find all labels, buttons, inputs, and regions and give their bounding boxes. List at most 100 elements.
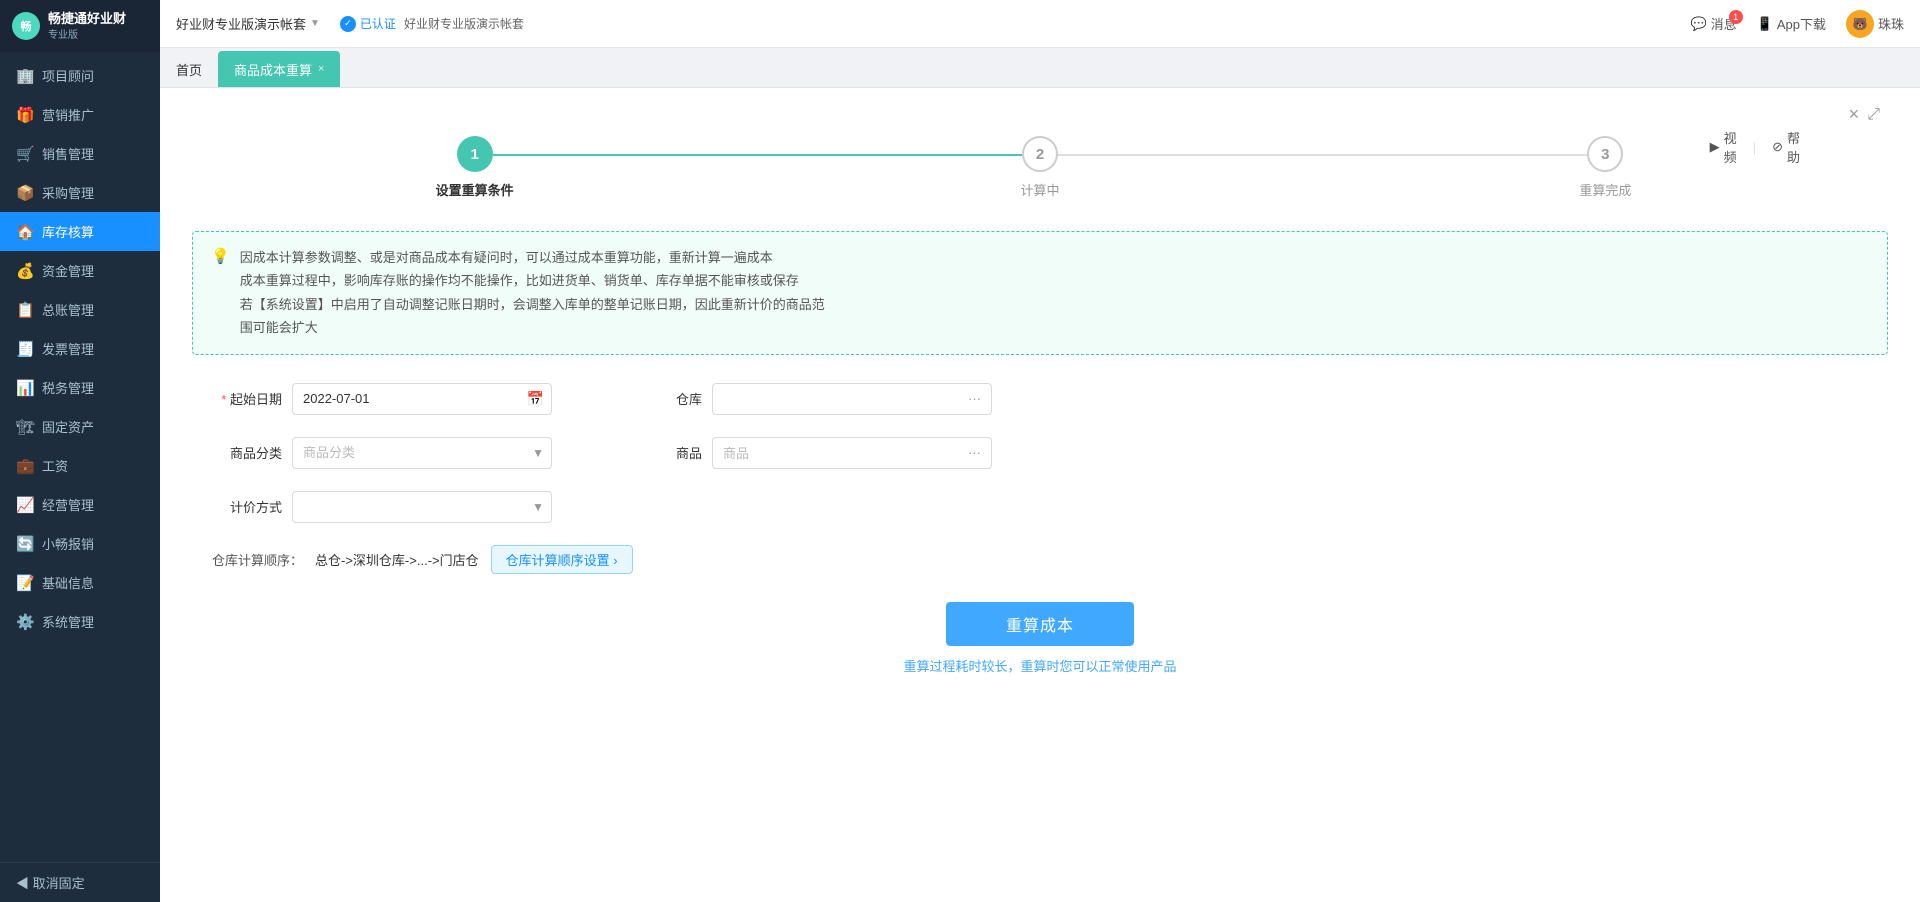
price-method-select[interactable]: [292, 491, 552, 523]
category-select[interactable]: 商品分类: [292, 437, 552, 469]
step3-circle: 3: [1587, 136, 1623, 172]
step2-line: [1058, 154, 1587, 156]
sidebar-item-inventory[interactable]: 🏠库存核算: [0, 212, 160, 251]
steps-container: 1 设置重算条件 2 计算中 3 重算完成: [192, 112, 1888, 231]
category-label: 商品分类: [212, 443, 292, 462]
system-icon: ⚙️: [16, 613, 34, 631]
form-row-1: 起始日期 📅 仓库 ···: [212, 383, 1868, 415]
step1-line: [493, 154, 1022, 156]
sidebar-item-operation[interactable]: 📈 经营管理: [0, 485, 160, 524]
message-icon: 💬: [1690, 16, 1706, 32]
step2-circle: 2: [1022, 136, 1058, 172]
tab-close-icon[interactable]: ×: [318, 63, 324, 75]
operation-icon: 📈: [16, 496, 34, 514]
step3-label: 重算完成: [1579, 180, 1631, 199]
tab-recalc[interactable]: 商品成本重算 ×: [218, 51, 340, 87]
shield-icon: ✓: [340, 16, 356, 32]
category-field: 商品分类 ▼: [292, 437, 552, 469]
purchase-icon: 📦: [16, 184, 34, 202]
form-section: 起始日期 📅 仓库 ··· 商品分类 商品分类: [192, 383, 1888, 574]
sidebar-item-label: 发票管理: [42, 339, 94, 358]
sidebar-unpin[interactable]: ◀ 取消固定: [0, 862, 160, 902]
sidebar-item-label: 工资: [42, 456, 68, 475]
sidebar-item-asset[interactable]: 🏗 固定资产: [0, 407, 160, 446]
sidebar-item-label: 税务管理: [42, 378, 94, 397]
sidebar-item-marketing[interactable]: 🎁营销推广: [0, 95, 160, 134]
sidebar-item-tax[interactable]: 📊 税务管理: [0, 368, 160, 407]
topbar: 好业财专业版演示帐套 ▼ ✓ 已认证 好业财专业版演示帐套 💬 消息 1 📱 A…: [160, 0, 1920, 48]
warehouse-dots: ···: [968, 391, 981, 406]
main-area: 好业财专业版演示帐套 ▼ ✓ 已认证 好业财专业版演示帐套 💬 消息 1 📱 A…: [160, 0, 1920, 902]
sidebar-item-general[interactable]: 📋 总账管理: [0, 290, 160, 329]
goods-label: 商品: [652, 443, 712, 462]
category-dropdown-icon: ▼: [532, 446, 544, 460]
goods-group: 商品 商品 ···: [652, 437, 992, 469]
user-avatar[interactable]: 🐻 珠珠: [1846, 10, 1904, 38]
warehouse-group: 仓库 ···: [652, 383, 992, 415]
info-icon: 💡: [211, 247, 230, 340]
sidebar-nav: 🏢项目顾问🎁营销推广🛒销售管理 📦 采购管理 🏠库存核算💰资金管理 📋 总账管理 🧾 发票管理…: [0, 52, 160, 862]
start-date-field: 📅: [292, 383, 552, 415]
sidebar-item-basic[interactable]: 📝 基础信息: [0, 563, 160, 602]
verified-badge: ✓ 已认证 好业财专业版演示帐套: [340, 15, 524, 32]
general-icon: 📋: [16, 301, 34, 319]
warehouse-select[interactable]: ···: [712, 383, 992, 415]
account-name: 好业财专业版演示帐套: [176, 14, 306, 33]
sidebar-item-label: 系统管理: [42, 612, 94, 631]
steps: 1 设置重算条件 2 计算中 3 重算完成: [192, 112, 1888, 231]
goods-placeholder: 商品: [723, 443, 968, 462]
start-date-input[interactable]: [292, 383, 552, 415]
sidebar-item-label: 小畅报销: [42, 534, 94, 553]
recalc-button[interactable]: 重算成本: [946, 602, 1134, 646]
sidebar-item-label: 经营管理: [42, 495, 94, 514]
asset-icon: 🏗: [16, 418, 34, 436]
sidebar-item-system[interactable]: ⚙️ 系统管理: [0, 602, 160, 641]
sidebar-item-label: 基础信息: [42, 573, 94, 592]
marketing-icon: 🎁: [16, 106, 34, 124]
step-3: 3 重算完成: [1323, 136, 1888, 199]
phone-icon: 📱: [1757, 16, 1773, 32]
tax-icon: 📊: [16, 379, 34, 397]
form-row-2: 商品分类 商品分类 ▼ 商品 商品 ···: [212, 437, 1868, 469]
app-download-button[interactable]: 📱 App下载: [1757, 14, 1826, 33]
step-1: 1 设置重算条件: [192, 136, 757, 199]
sidebar-item-label: 固定资产: [42, 417, 94, 436]
sidebar-item-purchase[interactable]: 📦 采购管理: [0, 173, 160, 212]
logo-icon: 畅: [12, 12, 40, 40]
step2-label: 计算中: [1020, 180, 1059, 199]
sidebar-item-sales[interactable]: 🛒销售管理: [0, 134, 160, 173]
avatar-icon: 🐻: [1846, 10, 1874, 38]
tab-bar: 首页 商品成本重算 ×: [160, 48, 1920, 88]
invoice-icon: 🧾: [16, 340, 34, 358]
sidebar-item-label: 资金管理: [42, 261, 94, 280]
step1-circle: 1: [457, 136, 493, 172]
price-method-field: ▼: [292, 491, 552, 523]
inventory-icon: 🏠: [16, 223, 34, 241]
sidebar-item-label: 项目顾问: [42, 66, 94, 85]
sidebar-item-expense[interactable]: 🔄 小畅报销: [0, 524, 160, 563]
goods-select[interactable]: 商品 ···: [712, 437, 992, 469]
step1-label: 设置重算条件: [436, 180, 514, 199]
account-selector[interactable]: 好业财专业版演示帐套 ▼: [176, 14, 320, 33]
sidebar: 畅 畅捷通好业财 专业版 🏢项目顾问🎁营销推广🛒销售管理📦采购管理🏠库存核算💰资…: [0, 0, 160, 902]
price-method-label: 计价方式: [212, 497, 292, 516]
sidebar-item-label: 采购管理: [42, 183, 94, 202]
price-method-dropdown-icon: ▼: [532, 500, 544, 514]
basic-icon: 📝: [16, 574, 34, 592]
step-2: 2 计算中: [757, 136, 1322, 199]
calc-order-label: 仓库计算顺序：: [212, 550, 303, 569]
info-box: 💡 因成本计算参数调整、或是对商品成本有疑问时，可以通过成本重算功能，重新计算一…: [192, 231, 1888, 355]
calendar-icon[interactable]: 📅: [527, 390, 544, 407]
sidebar-item-finance[interactable]: 💰资金管理: [0, 251, 160, 290]
sidebar-item-invoice[interactable]: 🧾 发票管理: [0, 329, 160, 368]
calc-order-settings-button[interactable]: 仓库计算顺序设置 ›: [491, 545, 633, 574]
form-row-3: 计价方式 ▼: [212, 491, 1868, 523]
sidebar-item-payroll[interactable]: 💼工资: [0, 446, 160, 485]
calc-order-value: 总仓->深圳仓库->...->门店仓: [315, 550, 479, 569]
account-dropdown-icon: ▼: [310, 18, 320, 29]
message-button[interactable]: 💬 消息 1: [1690, 14, 1736, 33]
tab-home[interactable]: 首页: [160, 51, 218, 87]
expense-icon: 🔄: [16, 535, 34, 553]
sidebar-item-label: 总账管理: [42, 300, 94, 319]
sidebar-item-project[interactable]: 🏢项目顾问: [0, 56, 160, 95]
